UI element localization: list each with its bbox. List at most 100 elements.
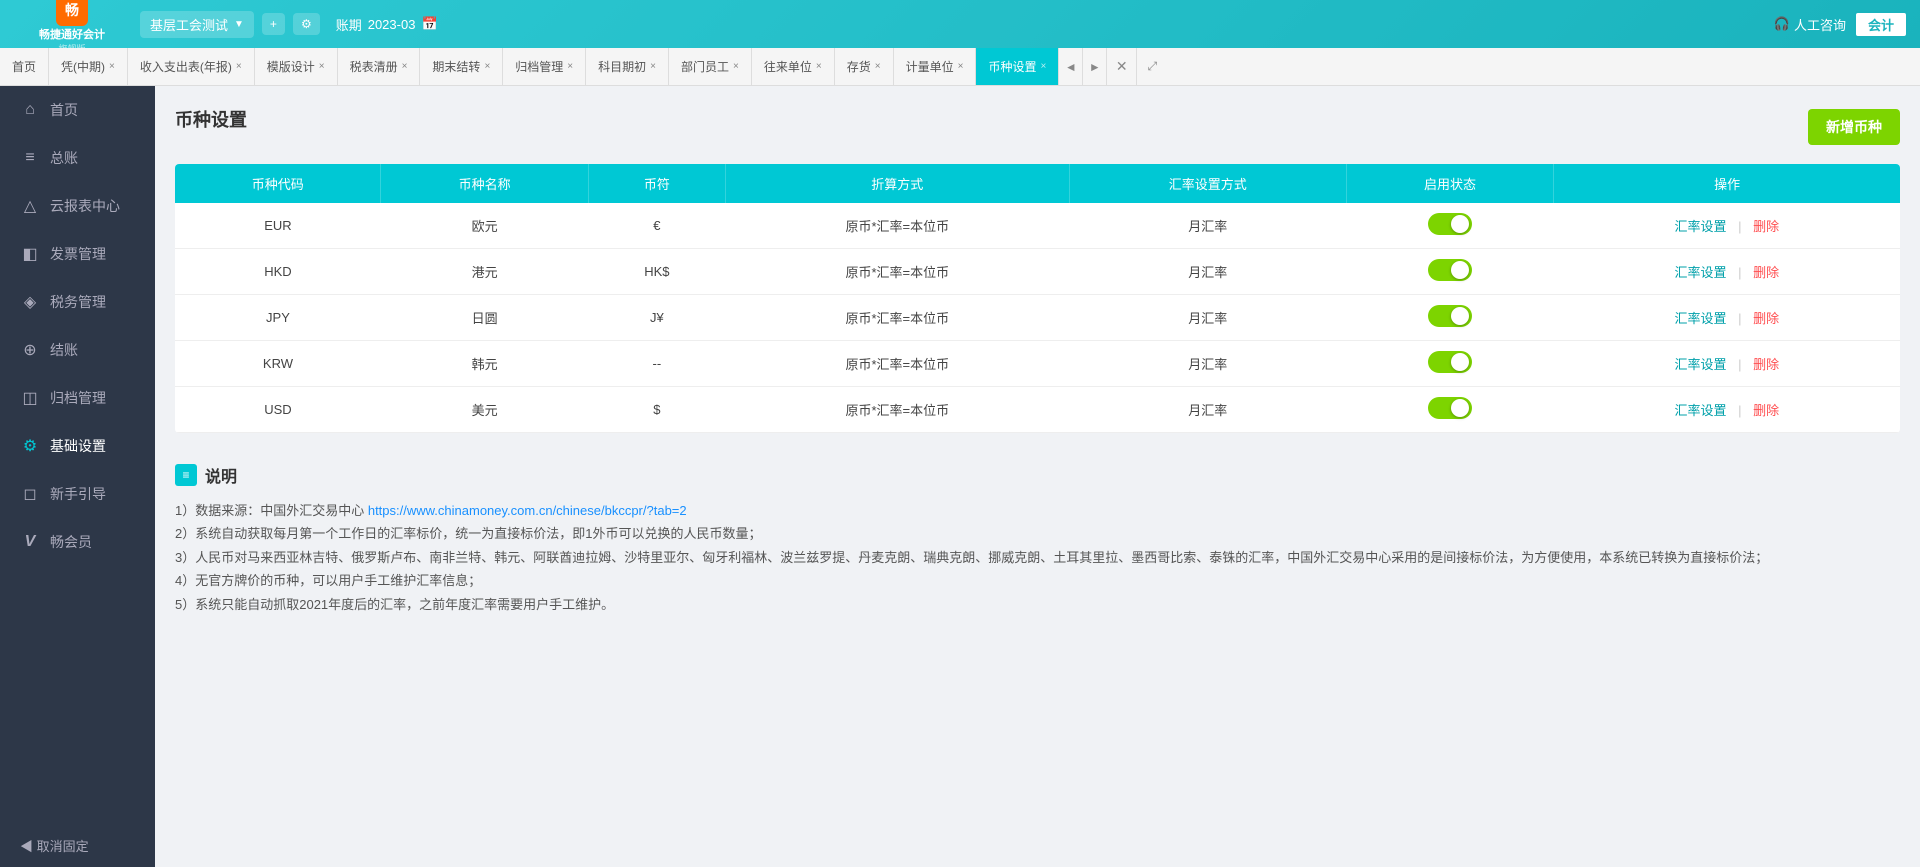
rate-setting-link-2[interactable]: 汇率设置: [1674, 311, 1726, 326]
cell-rate-3: 月汇率: [1069, 341, 1346, 387]
cell-toggle-3[interactable]: [1346, 341, 1553, 387]
tab-income[interactable]: 收入支出表(年报) ×: [128, 48, 255, 85]
tab-unit-close-icon[interactable]: ×: [958, 61, 964, 72]
toggle-switch-2[interactable]: [1428, 305, 1472, 327]
cell-toggle-0[interactable]: [1346, 203, 1553, 249]
tab-template-label: 模版设计: [267, 58, 315, 75]
tab-dept[interactable]: 部门员工 ×: [669, 48, 752, 85]
tab-unit[interactable]: 计量单位 ×: [894, 48, 977, 85]
toggle-switch-3[interactable]: [1428, 351, 1472, 373]
sidebar-item-home-label: 首页: [50, 100, 78, 120]
rate-setting-link-4[interactable]: 汇率设置: [1674, 403, 1726, 418]
cell-code-3: KRW: [175, 341, 381, 387]
tab-tax-close-icon[interactable]: ×: [402, 61, 408, 72]
cell-calc-0: 原币*汇率=本位币: [726, 203, 1070, 249]
tab-inventory-close-icon[interactable]: ×: [875, 61, 881, 72]
tab-unit-label: 计量单位: [906, 58, 954, 75]
rate-setting-link-0[interactable]: 汇率设置: [1674, 219, 1726, 234]
toggle-knob-3: [1451, 353, 1469, 371]
tab-close-all-button[interactable]: ✕: [1107, 48, 1137, 85]
delete-link-3[interactable]: 删除: [1753, 357, 1779, 372]
sidebar-item-home[interactable]: ⌂ 首页: [0, 86, 155, 134]
tab-voucher[interactable]: 凭(中期) ×: [49, 48, 128, 85]
cell-name-2: 日圆: [381, 295, 588, 341]
sidebar-item-invoice[interactable]: ◧ 发票管理: [0, 230, 155, 278]
col-rate-method: 汇率设置方式: [1069, 164, 1346, 203]
logo-area: 畅 畅捷通好会计 旗舰版: [12, 0, 132, 55]
member-icon: V: [20, 533, 40, 551]
sidebar-item-reports[interactable]: △ 云报表中心: [0, 182, 155, 230]
tax-icon: ◈: [20, 292, 40, 312]
rate-setting-link-1[interactable]: 汇率设置: [1674, 265, 1726, 280]
delete-link-4[interactable]: 删除: [1753, 403, 1779, 418]
notes-link[interactable]: https://www.chinamoney.com.cn/chinese/bk…: [368, 503, 687, 518]
notes-list: 1）数据来源：中国外汇交易中心 https://www.chinamoney.c…: [175, 499, 1900, 616]
tab-dept-label: 部门员工: [681, 58, 729, 75]
notes-header: ≡ 说明: [175, 463, 1900, 487]
toggle-switch-1[interactable]: [1428, 259, 1472, 281]
sidebar-item-ledger[interactable]: ≡ 总账: [0, 134, 155, 182]
consulting-button[interactable]: 🎧 人工咨询: [1774, 15, 1846, 34]
tab-template[interactable]: 模版设计 ×: [255, 48, 338, 85]
toggle-switch-4[interactable]: [1428, 397, 1472, 419]
cell-calc-3: 原币*汇率=本位币: [726, 341, 1070, 387]
note-item-5: 5）系统只能自动抓取2021年度后的汇率，之前年度汇率需要用户手工维护。: [175, 593, 1900, 616]
new-currency-button[interactable]: 新增币种: [1808, 109, 1900, 145]
tab-subjects-close-icon[interactable]: ×: [650, 61, 656, 72]
ledger-icon: ≡: [20, 149, 40, 167]
tab-subjects[interactable]: 科目期初 ×: [586, 48, 669, 85]
cell-toggle-4[interactable]: [1346, 387, 1553, 433]
sidebar-item-checkout[interactable]: ⊕ 结账: [0, 326, 155, 374]
tab-income-close-icon[interactable]: ×: [236, 61, 242, 72]
cell-actions-0: 汇率设置 | 删除: [1554, 203, 1900, 249]
rate-setting-link-3[interactable]: 汇率设置: [1674, 357, 1726, 372]
settings-icon[interactable]: ⚙: [293, 13, 320, 35]
tab-template-close-icon[interactable]: ×: [319, 61, 325, 72]
cell-toggle-2[interactable]: [1346, 295, 1553, 341]
top-bar: 畅 畅捷通好会计 旗舰版 基层工会测试 ▼ + ⚙ 账期 2023-03 📅 🎧…: [0, 0, 1920, 48]
delete-link-1[interactable]: 删除: [1753, 265, 1779, 280]
tab-contacts-close-icon[interactable]: ×: [816, 61, 822, 72]
sidebar-item-tax[interactable]: ◈ 税务管理: [0, 278, 155, 326]
sidebar-item-member[interactable]: V 畅会员: [0, 518, 155, 566]
tab-contacts[interactable]: 往来单位 ×: [752, 48, 835, 85]
tab-archive[interactable]: 归档管理 ×: [503, 48, 586, 85]
cell-actions-2: 汇率设置 | 删除: [1554, 295, 1900, 341]
tab-currency[interactable]: 币种设置 ×: [976, 48, 1059, 85]
account-button[interactable]: 会计: [1854, 11, 1908, 38]
tab-currency-close-icon[interactable]: ×: [1040, 61, 1046, 72]
tab-prev-button[interactable]: ◄: [1059, 48, 1083, 85]
toggle-switch-0[interactable]: [1428, 213, 1472, 235]
tab-archive-close-icon[interactable]: ×: [567, 61, 573, 72]
sidebar: ⌂ 首页 ≡ 总账 △ 云报表中心 ◧ 发票管理 ◈ 税务管理 ⊕ 结账: [0, 86, 155, 867]
tab-maximize-button[interactable]: ⤢: [1137, 48, 1167, 85]
company-selector[interactable]: 基层工会测试 ▼: [140, 11, 254, 38]
cell-actions-1: 汇率设置 | 删除: [1554, 249, 1900, 295]
add-company-button[interactable]: +: [262, 13, 285, 35]
col-actions: 操作: [1554, 164, 1900, 203]
sidebar-item-archive[interactable]: ◫ 归档管理: [0, 374, 155, 422]
tab-inventory[interactable]: 存货 ×: [835, 48, 894, 85]
tab-dept-close-icon[interactable]: ×: [733, 61, 739, 72]
tab-next-button[interactable]: ►: [1083, 48, 1107, 85]
sidebar-item-tax-label: 税务管理: [50, 292, 106, 312]
cell-calc-4: 原币*汇率=本位币: [726, 387, 1070, 433]
tab-period-end[interactable]: 期末结转 ×: [420, 48, 503, 85]
tab-voucher-close-icon[interactable]: ×: [109, 61, 115, 72]
tab-tax[interactable]: 税表清册 ×: [338, 48, 421, 85]
sidebar-item-settings[interactable]: ⚙ 基础设置: [0, 422, 155, 470]
sidebar-item-settings-label: 基础设置: [50, 436, 106, 456]
cell-symbol-1: HK$: [588, 249, 725, 295]
delete-link-0[interactable]: 删除: [1753, 219, 1779, 234]
delete-link-2[interactable]: 删除: [1753, 311, 1779, 326]
cell-symbol-2: J¥: [588, 295, 725, 341]
tab-period-end-close-icon[interactable]: ×: [484, 61, 490, 72]
headset-icon: 🎧: [1774, 16, 1790, 32]
sidebar-item-guide[interactable]: ◻ 新手引导: [0, 470, 155, 518]
cell-toggle-1[interactable]: [1346, 249, 1553, 295]
settings-icon: ⚙: [20, 436, 40, 456]
toggle-knob-0: [1451, 215, 1469, 233]
content-area: 币种设置 新增币种 币种代码 币种名称 币符 折算方式 汇率设置方式 启用状态 …: [155, 86, 1920, 867]
pin-button[interactable]: ◀ 取消固定: [0, 824, 155, 867]
tab-home[interactable]: 首页: [0, 48, 49, 85]
